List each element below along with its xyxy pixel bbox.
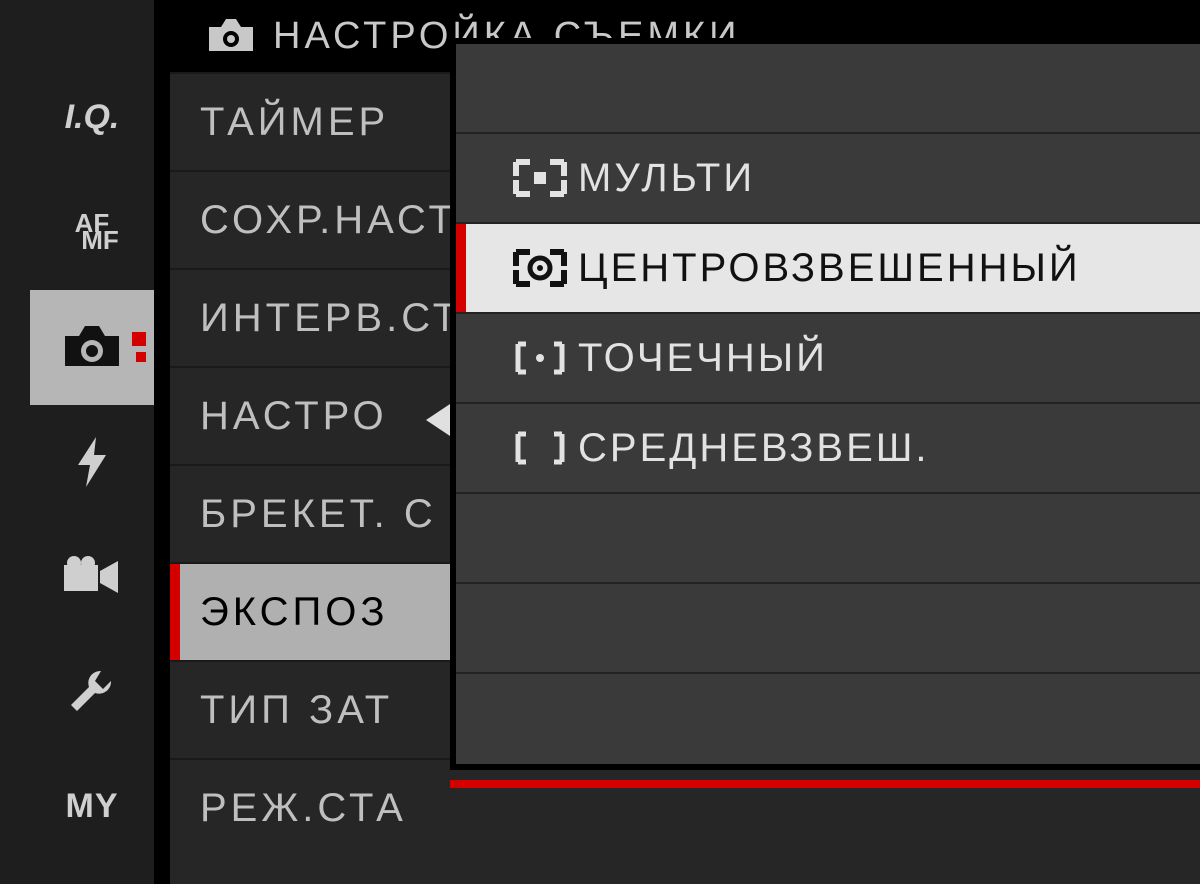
option-label: МУЛЬТИ — [578, 156, 755, 201]
option-label: СРЕДНЕВЗВЕШ. — [578, 426, 930, 471]
sidebar-item-my[interactable]: MY — [30, 749, 154, 864]
menu-item-stabilization[interactable]: РЕЖ.СТА — [170, 758, 1200, 856]
option-label: ТОЧЕЧНЫЙ — [578, 336, 828, 381]
metering-option-center-weighted[interactable]: ЦЕНТРОВЗВЕШЕННЫЙ — [456, 224, 1200, 314]
popup-blank-row — [456, 674, 1200, 764]
popup-arrow-left-icon — [426, 404, 450, 436]
option-label: ЦЕНТРОВЗВЕШЕННЫЙ — [578, 246, 1081, 291]
average-metering-icon — [512, 428, 568, 468]
sidebar-item-flash[interactable] — [30, 405, 154, 520]
popup-blank-row — [456, 44, 1200, 134]
metering-option-average[interactable]: СРЕДНЕВЗВЕШ. — [456, 404, 1200, 494]
camera-icon — [205, 17, 257, 55]
sidebar-item-video[interactable] — [30, 519, 154, 634]
popup-blank-row — [456, 494, 1200, 584]
flash-icon — [72, 435, 112, 489]
sidebar: I.Q. AF MF — [0, 0, 155, 884]
sidebar-item-setup[interactable] — [30, 634, 154, 749]
video-icon — [62, 555, 122, 599]
sidebar-item-af-mf[interactable]: AF MF — [30, 175, 154, 290]
metering-option-multi[interactable]: МУЛЬТИ — [456, 134, 1200, 224]
camera-tab-indicator — [132, 332, 146, 362]
sidebar-item-camera[interactable] — [30, 290, 154, 405]
metering-popup: МУЛЬТИ ЦЕНТРОВЗВЕШЕННЫЙ ТОЧЕЧНЫЙ СРЕДНЕВ… — [450, 38, 1200, 770]
camera-icon — [57, 322, 127, 372]
sidebar-item-iq[interactable]: I.Q. — [30, 60, 154, 175]
popup-accent-bar — [450, 780, 1200, 788]
wrench-icon — [67, 667, 117, 717]
sidebar-mf-label: MF — [81, 229, 119, 252]
spot-metering-icon — [512, 338, 568, 378]
center-weighted-metering-icon — [512, 248, 568, 288]
metering-option-spot[interactable]: ТОЧЕЧНЫЙ — [456, 314, 1200, 404]
multi-metering-icon — [512, 158, 568, 198]
popup-blank-row — [456, 584, 1200, 674]
